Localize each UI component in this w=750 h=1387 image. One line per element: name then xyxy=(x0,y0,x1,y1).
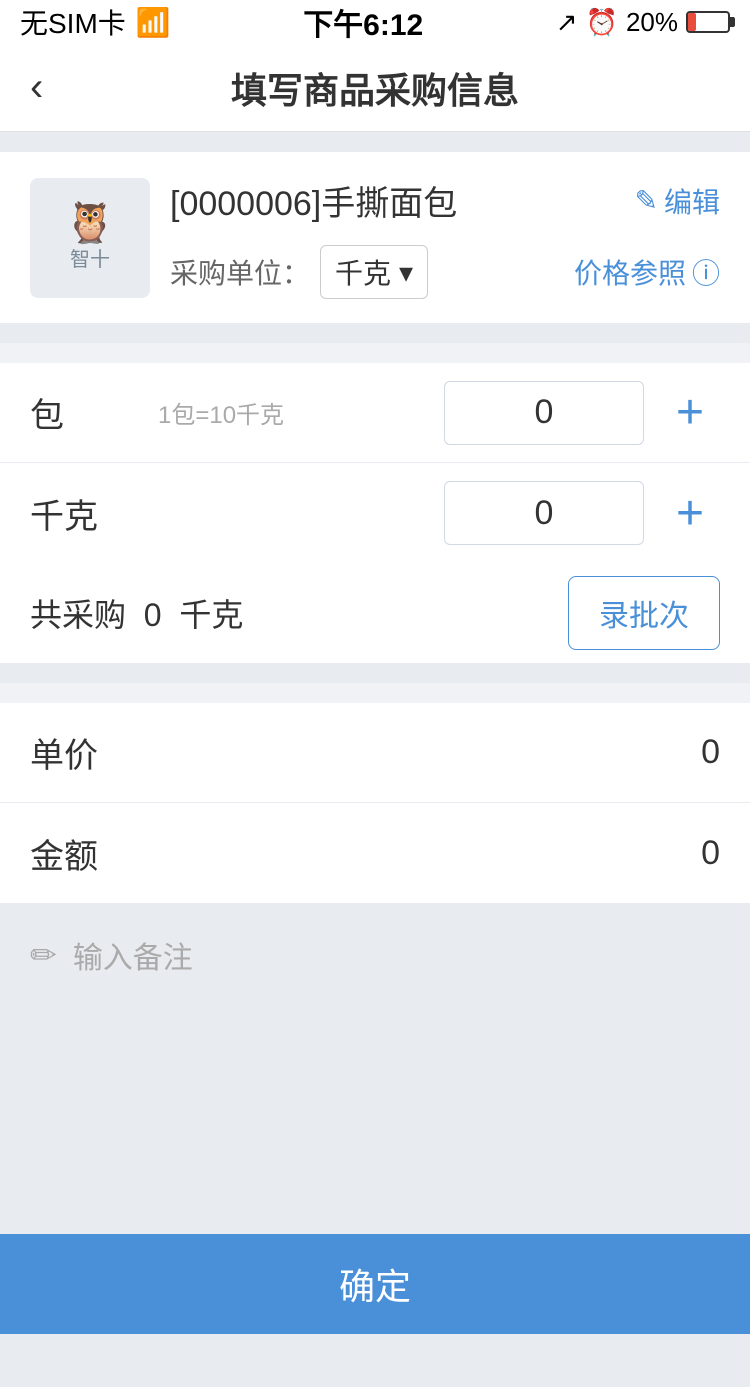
wifi-icon: 📶 xyxy=(136,6,171,39)
pencil-icon: ✏ xyxy=(30,936,57,974)
top-separator xyxy=(0,132,750,152)
unit-row: 采购单位： 千克 ▾ 价格参照 ⓘ xyxy=(170,245,720,299)
unit-value: 千克 xyxy=(335,252,391,292)
alarm-icon: ⏰ xyxy=(586,7,618,38)
edit-icon: ✎ xyxy=(635,184,658,217)
amount-value: 0 xyxy=(701,834,720,873)
battery-icon xyxy=(686,11,730,33)
time-display: 下午6:12 xyxy=(303,0,423,44)
unit-label: 采购单位： xyxy=(170,252,310,292)
status-bar: 无SIM卡 📶 下午6:12 ↗ ⏰ 20% xyxy=(0,0,750,44)
price-ref-button[interactable]: 价格参照 ⓘ xyxy=(574,252,720,292)
battery-fill xyxy=(688,13,696,31)
summary-text: 共采购 0 千克 xyxy=(30,590,243,636)
kg-quantity-input[interactable]: 0 xyxy=(444,481,644,545)
carrier-text: 无SIM卡 xyxy=(20,2,126,42)
nav-bar: ‹ 填写商品采购信息 xyxy=(0,44,750,132)
product-separator xyxy=(0,323,750,343)
product-image: 🦉 智十 xyxy=(30,178,150,298)
price-section: 单价 0 金额 0 xyxy=(0,703,750,903)
total-unit: 千克 xyxy=(179,597,243,633)
edit-button[interactable]: ✎ 编辑 xyxy=(635,181,720,221)
battery-percentage: 20% xyxy=(626,7,678,38)
unit-price-value: 0 xyxy=(701,733,720,772)
unit-price-row: 单价 0 xyxy=(0,703,750,803)
remark-section[interactable]: ✏ 输入备注 xyxy=(0,903,750,1007)
total-prefix: 共采购 xyxy=(30,597,126,633)
unit-select[interactable]: 千克 ▾ xyxy=(320,245,428,299)
back-button[interactable]: ‹ xyxy=(30,65,90,110)
price-ref-label: 价格参照 xyxy=(574,252,686,292)
location-icon: ↗ xyxy=(556,7,578,38)
summary-row: 共采购 0 千克 录批次 xyxy=(0,563,750,663)
unit-left: 采购单位： 千克 ▾ xyxy=(170,245,428,299)
product-info: [0000006]手撕面包 ✎ 编辑 采购单位： 千克 ▾ 价格参照 ⓘ xyxy=(170,176,720,299)
amount-label: 金额 xyxy=(30,829,98,878)
record-batch-button[interactable]: 录批次 xyxy=(568,576,720,650)
remark-placeholder: 输入备注 xyxy=(73,933,193,977)
page-title: 填写商品采购信息 xyxy=(231,62,519,114)
summary-separator xyxy=(0,663,750,683)
unit-price-label: 单价 xyxy=(30,728,98,777)
info-icon: ⓘ xyxy=(692,252,720,292)
dropdown-icon: ▾ xyxy=(399,256,413,289)
product-name-row: [0000006]手撕面包 ✎ 编辑 xyxy=(170,176,720,225)
bag-label: 包 xyxy=(30,388,150,437)
kg-plus-button[interactable]: + xyxy=(660,483,720,543)
quantity-input-section: 包 1包=10千克 0 + 千克 0 + xyxy=(0,363,750,563)
bag-input-wrap: 0 + xyxy=(284,381,720,445)
bag-plus-button[interactable]: + xyxy=(660,383,720,443)
total-value: 0 xyxy=(144,597,162,633)
confirm-button[interactable]: 确定 xyxy=(0,1234,750,1334)
kg-input-wrap: 0 + xyxy=(150,481,720,545)
kg-input-row: 千克 0 + xyxy=(0,463,750,563)
bag-sublabel: 1包=10千克 xyxy=(158,395,284,430)
status-left: 无SIM卡 📶 xyxy=(20,2,171,42)
product-card: 🦉 智十 [0000006]手撕面包 ✎ 编辑 采购单位： 千克 ▾ 价格参照 … xyxy=(0,152,750,323)
product-brand-label: 智十 xyxy=(70,243,110,272)
product-owl-icon: 🦉 xyxy=(65,203,115,243)
amount-row: 金额 0 xyxy=(0,803,750,903)
product-name: [0000006]手撕面包 xyxy=(170,176,457,225)
edit-label: 编辑 xyxy=(664,181,720,221)
kg-label: 千克 xyxy=(30,489,150,538)
bag-quantity-input[interactable]: 0 xyxy=(444,381,644,445)
status-right: ↗ ⏰ 20% xyxy=(556,7,730,38)
bag-input-row: 包 1包=10千克 0 + xyxy=(0,363,750,463)
